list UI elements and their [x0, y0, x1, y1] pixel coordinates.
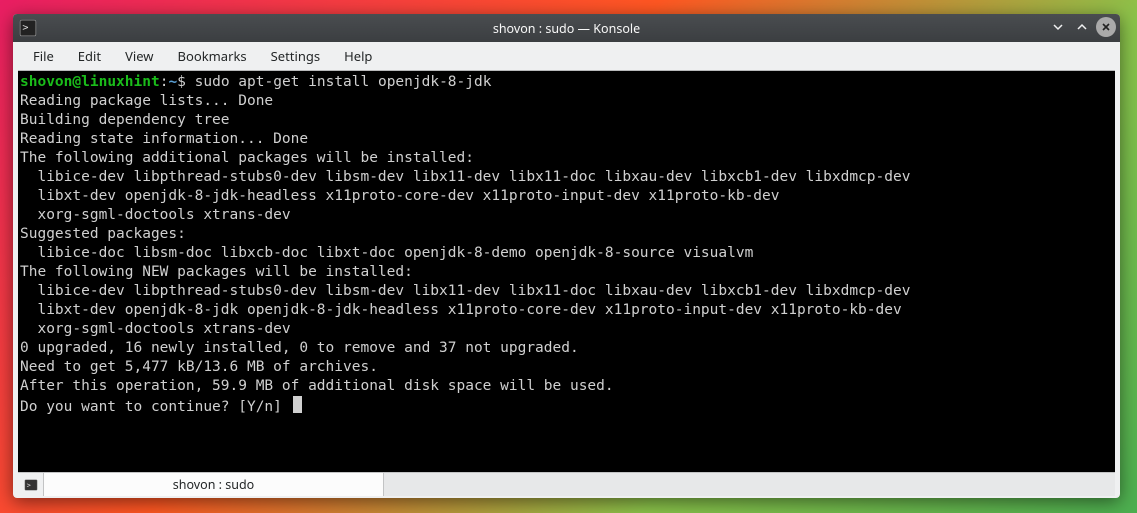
menu-edit[interactable]: Edit [66, 43, 113, 69]
output-line: Suggested packages: [20, 226, 186, 242]
app-icon: > [19, 19, 37, 37]
menu-view[interactable]: View [113, 43, 165, 69]
menu-bar: File Edit View Bookmarks Settings Help [13, 42, 1120, 70]
konsole-window: > shovon : sudo — Konsole File Edit View… [13, 14, 1120, 498]
terminal-container: shovon@linuxhint:~$ sudo apt-get install… [13, 70, 1120, 498]
output-line: libice-dev libpthread-stubs0-dev libsm-d… [20, 283, 910, 299]
chevron-up-icon [1076, 21, 1088, 33]
menu-file[interactable]: File [21, 43, 66, 69]
svg-text:>: > [22, 22, 28, 33]
output-line: xorg-sgml-doctools xtrans-dev [20, 321, 291, 337]
tab-bar: > shovon : sudo [18, 472, 1115, 496]
command-text: sudo apt-get install openjdk-8-jdk [195, 74, 492, 90]
output-line: libice-doc libsm-doc libxcb-doc libxt-do… [20, 245, 753, 261]
new-tab-button[interactable]: > [18, 473, 44, 496]
output-line: libxt-dev openjdk-8-jdk openjdk-8-jdk-he… [20, 302, 902, 318]
output-line: Reading package lists... Done [20, 93, 273, 109]
prompt-user: shovon [20, 74, 72, 90]
output-line: xorg-sgml-doctools xtrans-dev [20, 207, 291, 223]
tab-label: shovon : sudo [173, 476, 254, 493]
title-bar[interactable]: > shovon : sudo — Konsole [13, 14, 1120, 42]
output-line: libxt-dev openjdk-8-jdk-headless x11prot… [20, 188, 780, 204]
prompt-path: ~ [168, 74, 177, 90]
close-button[interactable] [1096, 17, 1116, 37]
output-line: Building dependency tree [20, 112, 230, 128]
prompt-at: @ [72, 74, 81, 90]
prompt-dollar: $ [177, 74, 186, 90]
output-line: 0 upgraded, 16 newly installed, 0 to rem… [20, 340, 579, 356]
svg-text:>: > [26, 481, 30, 489]
minimize-button[interactable] [1048, 17, 1068, 37]
window-controls [1048, 17, 1116, 37]
tab-active[interactable]: shovon : sudo [44, 473, 384, 496]
terminal[interactable]: shovon@linuxhint:~$ sudo apt-get install… [18, 70, 1115, 472]
menu-help[interactable]: Help [332, 43, 384, 69]
output-line: After this operation, 59.9 MB of additio… [20, 378, 614, 394]
chevron-down-icon [1052, 21, 1064, 33]
output-line: Need to get 5,477 kB/13.6 MB of archives… [20, 359, 378, 375]
terminal-cursor [293, 396, 302, 413]
maximize-button[interactable] [1072, 17, 1092, 37]
menu-settings[interactable]: Settings [259, 43, 332, 69]
output-line: Reading state information... Done [20, 131, 308, 147]
output-line: Do you want to continue? [Y/n] [20, 399, 291, 415]
menu-bookmarks[interactable]: Bookmarks [166, 43, 259, 69]
prompt-host: linuxhint [81, 74, 160, 90]
output-line: libice-dev libpthread-stubs0-dev libsm-d… [20, 169, 910, 185]
output-line: The following NEW packages will be insta… [20, 264, 413, 280]
terminal-icon: > [24, 478, 38, 492]
output-line: The following additional packages will b… [20, 150, 474, 166]
close-icon [1100, 21, 1112, 33]
tab-bar-empty [384, 473, 1115, 496]
window-title: shovon : sudo — Konsole [493, 20, 640, 37]
